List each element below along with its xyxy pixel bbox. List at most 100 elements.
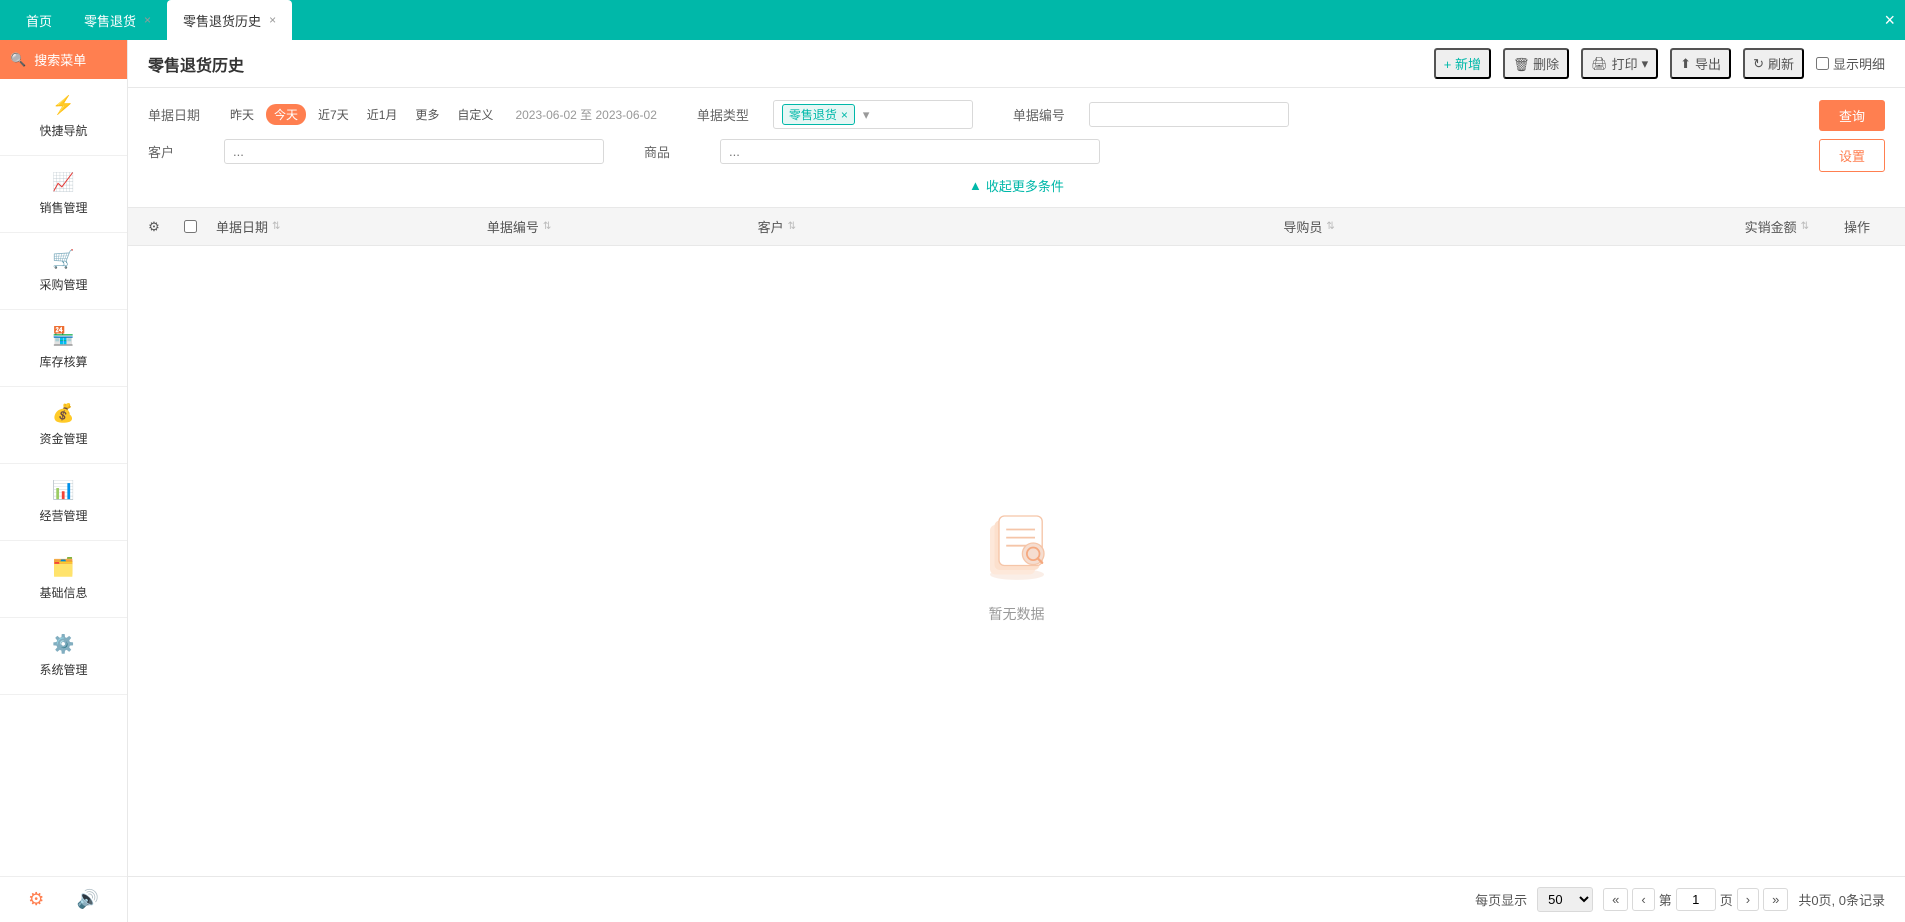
th-number-sort-icon: ⇅ bbox=[543, 222, 551, 232]
show-detail-label: 显示明细 bbox=[1833, 54, 1885, 73]
tab-retail-return-history-label: 零售退货历史 bbox=[183, 11, 261, 30]
page-nav: « ‹ 第 页 › » bbox=[1603, 888, 1788, 911]
header-actions: + 新增 🗑 删除 🖨 打印 ▾ ⬆ 导出 ↻ 刷新 显示明细 bbox=[1434, 48, 1885, 79]
sidebar-item-inventory[interactable]: 🏪 库存核算 bbox=[0, 310, 127, 387]
new-button[interactable]: + 新增 bbox=[1434, 48, 1491, 79]
customer-filter-input[interactable] bbox=[224, 139, 604, 164]
th-number[interactable]: 单据编号 ⇅ bbox=[479, 217, 750, 236]
prev-page-button[interactable]: ‹ bbox=[1632, 888, 1654, 911]
settings-icon[interactable]: ⚙ bbox=[28, 889, 44, 910]
table-area: ⚙ 单据日期 ⇅ 单据编号 ⇅ 客户 ⇅ 导购员 ⇅ bbox=[128, 208, 1905, 876]
sidebar-item-purchase-mgmt[interactable]: 🛒 采购管理 bbox=[0, 233, 127, 310]
show-detail-checkbox[interactable] bbox=[1816, 57, 1829, 70]
th-guide-sort-icon: ⇅ bbox=[1326, 222, 1334, 232]
type-filter-wrap[interactable]: 零售退货 × ▾ bbox=[773, 100, 973, 129]
type-filter-tag: 零售退货 × bbox=[782, 104, 855, 125]
system-mgmt-icon: ⚙️ bbox=[52, 634, 74, 655]
customer-filter-label: 客户 bbox=[148, 142, 208, 161]
date-filter-label: 单据日期 bbox=[148, 105, 208, 124]
sidebar-item-system-mgmt[interactable]: ⚙️ 系统管理 bbox=[0, 618, 127, 695]
number-filter-input[interactable] bbox=[1089, 102, 1289, 127]
page-size-select[interactable]: 20 50 100 bbox=[1537, 887, 1593, 912]
tab-retail-return-label: 零售退货 bbox=[84, 11, 136, 30]
empty-state: 暂无数据 bbox=[972, 498, 1062, 624]
page-size-label: 每页显示 bbox=[1475, 890, 1527, 909]
filter-area: 单据日期 昨天 今天 近7天 近1月 更多 自定义 2023-06-02 至 2… bbox=[128, 88, 1905, 208]
tab-retail-return-history[interactable]: 零售退货历史 × bbox=[167, 0, 292, 40]
tab-list: 首页 零售退货 × 零售退货历史 × bbox=[10, 0, 1884, 40]
number-filter-label: 单据编号 bbox=[1013, 105, 1073, 124]
type-tag-label: 零售退货 bbox=[789, 106, 837, 123]
tab-home-label: 首页 bbox=[26, 11, 52, 30]
date-btn-1month[interactable]: 近1月 bbox=[361, 104, 404, 125]
sidebar-item-business-mgmt[interactable]: 📊 经营管理 bbox=[0, 464, 127, 541]
select-all-checkbox[interactable] bbox=[184, 220, 197, 233]
sidebar-item-sales-mgmt[interactable]: 📈 销售管理 bbox=[0, 156, 127, 233]
th-date-sort-icon: ⇅ bbox=[272, 222, 280, 232]
sidebar-item-quick-nav-label: 快捷导航 bbox=[39, 122, 87, 139]
date-btn-more[interactable]: 更多 bbox=[409, 104, 445, 125]
page-title: 零售退货历史 bbox=[148, 52, 244, 76]
tab-retail-return-close[interactable]: × bbox=[144, 13, 151, 27]
search-icon: 🔍 bbox=[10, 52, 26, 68]
th-date-label: 单据日期 bbox=[216, 217, 268, 236]
refresh-button[interactable]: ↻ 刷新 bbox=[1743, 48, 1804, 79]
last-page-button[interactable]: » bbox=[1763, 888, 1788, 911]
th-customer-sort-icon: ⇅ bbox=[788, 222, 796, 232]
business-mgmt-icon: 📊 bbox=[52, 480, 74, 501]
print-label: 打印 bbox=[1612, 54, 1638, 73]
tab-home[interactable]: 首页 bbox=[10, 0, 68, 40]
collapse-button[interactable]: ▲ 收起更多条件 bbox=[969, 176, 1064, 195]
date-btn-7days[interactable]: 近7天 bbox=[312, 104, 355, 125]
th-amount-label: 实销金额 bbox=[1745, 217, 1797, 236]
volume-icon[interactable]: 🔊 bbox=[76, 889, 98, 910]
page-label-prefix: 第 bbox=[1659, 890, 1672, 909]
sales-mgmt-icon: 📈 bbox=[52, 172, 74, 193]
print-button[interactable]: 🖨 打印 ▾ bbox=[1581, 48, 1658, 79]
first-page-button[interactable]: « bbox=[1603, 888, 1628, 911]
filter-main: 单据日期 昨天 今天 近7天 近1月 更多 自定义 2023-06-02 至 2… bbox=[148, 100, 1885, 172]
sidebar-item-business-mgmt-label: 经营管理 bbox=[39, 507, 87, 524]
content-area: 零售退货历史 + 新增 🗑 删除 🖨 打印 ▾ ⬆ 导出 ↻ 刷新 bbox=[128, 40, 1905, 922]
print-dropdown-icon: ▾ bbox=[1642, 56, 1649, 72]
sidebar-item-basic-info[interactable]: 🗂️ 基础信息 bbox=[0, 541, 127, 618]
date-btn-yesterday[interactable]: 昨天 bbox=[224, 104, 260, 125]
window-close-icon[interactable]: × bbox=[1884, 10, 1895, 31]
th-guide-label: 导购员 bbox=[1283, 217, 1322, 236]
date-btn-custom[interactable]: 自定义 bbox=[451, 104, 499, 125]
th-amount[interactable]: 实销金额 ⇅ bbox=[1546, 217, 1817, 236]
th-customer[interactable]: 客户 ⇅ bbox=[750, 217, 1276, 236]
type-tag-remove[interactable]: × bbox=[841, 108, 848, 122]
next-page-button[interactable]: › bbox=[1737, 888, 1759, 911]
date-options: 昨天 今天 近7天 近1月 更多 自定义 bbox=[224, 104, 499, 125]
basic-info-icon: 🗂️ bbox=[52, 557, 74, 578]
sidebar-bottom: ⚙ 🔊 bbox=[0, 876, 127, 922]
delete-button[interactable]: 🗑 删除 bbox=[1503, 48, 1569, 79]
th-guide[interactable]: 导购员 ⇅ bbox=[1275, 217, 1546, 236]
sidebar-search-label: 搜索菜单 bbox=[34, 50, 86, 69]
tab-retail-return-history-close[interactable]: × bbox=[269, 13, 276, 27]
th-date[interactable]: 单据日期 ⇅ bbox=[208, 217, 479, 236]
export-icon: ⬆ bbox=[1680, 56, 1691, 72]
th-number-label: 单据编号 bbox=[487, 217, 539, 236]
date-btn-today[interactable]: 今天 bbox=[266, 104, 306, 125]
tab-retail-return[interactable]: 零售退货 × bbox=[68, 0, 167, 40]
th-ops-label: 操作 bbox=[1844, 217, 1870, 236]
top-bar: 首页 零售退货 × 零售退货历史 × × bbox=[0, 0, 1905, 40]
settings-button[interactable]: 设置 bbox=[1819, 139, 1885, 172]
query-button[interactable]: 查询 bbox=[1819, 100, 1885, 131]
export-button[interactable]: ⬆ 导出 bbox=[1670, 48, 1731, 79]
page-total: 共0页, 0条记录 bbox=[1798, 890, 1885, 909]
th-checkbox[interactable] bbox=[172, 220, 208, 233]
refresh-icon: ↻ bbox=[1753, 56, 1764, 72]
page-number-input[interactable] bbox=[1676, 888, 1716, 911]
fund-mgmt-icon: 💰 bbox=[52, 403, 74, 424]
th-settings[interactable]: ⚙ bbox=[136, 219, 172, 235]
goods-filter-label: 商品 bbox=[644, 142, 704, 161]
sidebar-item-purchase-mgmt-label: 采购管理 bbox=[39, 276, 87, 293]
sidebar-search[interactable]: 🔍 搜索菜单 bbox=[0, 40, 127, 79]
goods-filter-input[interactable] bbox=[720, 139, 1100, 164]
th-amount-sort-icon: ⇅ bbox=[1801, 222, 1809, 232]
sidebar-item-fund-mgmt[interactable]: 💰 资金管理 bbox=[0, 387, 127, 464]
sidebar-item-quick-nav[interactable]: ⚡ 快捷导航 bbox=[0, 79, 127, 156]
